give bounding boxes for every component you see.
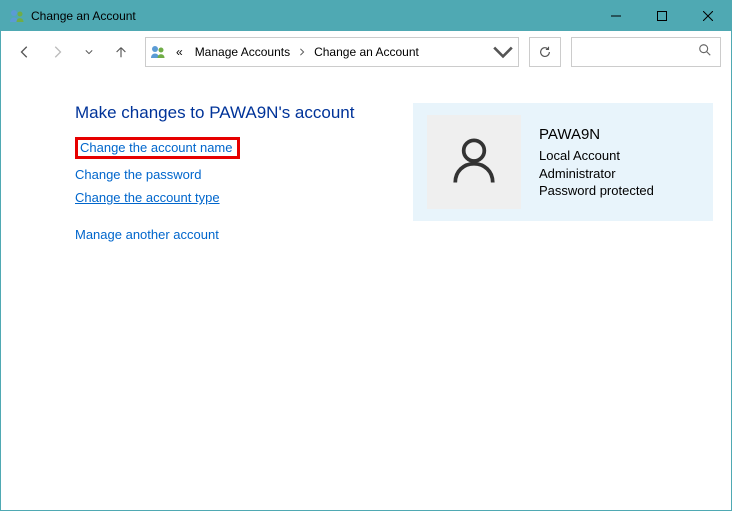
recent-locations-button[interactable]	[75, 38, 103, 66]
chevron-right-icon[interactable]	[298, 45, 306, 59]
account-role: Administrator	[539, 165, 654, 183]
person-icon	[444, 130, 504, 195]
link-change-account-name[interactable]: Change the account name	[80, 140, 233, 155]
search-input[interactable]	[571, 37, 721, 67]
link-manage-another-account[interactable]: Manage another account	[75, 227, 219, 242]
maximize-button[interactable]	[639, 1, 685, 31]
nav-bar: « Manage Accounts Change an Account	[1, 31, 731, 73]
address-seg-change-account[interactable]: Change an Account	[310, 43, 423, 61]
right-column: PAWA9N Local Account Administrator Passw…	[413, 103, 713, 242]
user-accounts-icon	[150, 44, 166, 60]
title-bar: Change an Account	[1, 1, 731, 31]
refresh-button[interactable]	[529, 37, 561, 67]
user-accounts-icon	[9, 8, 25, 24]
content-area: Make changes to PAWA9N's account Change …	[1, 73, 731, 242]
link-change-password[interactable]: Change the password	[75, 167, 201, 182]
close-button[interactable]	[685, 1, 731, 31]
avatar	[427, 115, 521, 209]
account-info: PAWA9N Local Account Administrator Passw…	[539, 115, 654, 200]
back-button[interactable]	[11, 38, 39, 66]
account-name: PAWA9N	[539, 125, 654, 145]
account-type: Local Account	[539, 147, 654, 165]
address-bar[interactable]: « Manage Accounts Change an Account	[145, 37, 519, 67]
left-column: Make changes to PAWA9N's account Change …	[75, 103, 354, 242]
highlight-box: Change the account name	[75, 137, 240, 159]
chevron-down-icon[interactable]	[492, 41, 514, 63]
account-password-status: Password protected	[539, 182, 654, 200]
window-title: Change an Account	[31, 9, 136, 23]
address-prefix: «	[172, 43, 187, 61]
forward-button[interactable]	[43, 38, 71, 66]
address-seg-manage-accounts[interactable]: Manage Accounts	[191, 43, 294, 61]
link-change-account-type[interactable]: Change the account type	[75, 190, 220, 205]
action-links: Change the account name Change the passw…	[75, 137, 354, 242]
minimize-button[interactable]	[593, 1, 639, 31]
search-icon	[698, 43, 712, 62]
account-card[interactable]: PAWA9N Local Account Administrator Passw…	[413, 103, 713, 221]
up-button[interactable]	[107, 38, 135, 66]
page-heading: Make changes to PAWA9N's account	[75, 103, 354, 123]
